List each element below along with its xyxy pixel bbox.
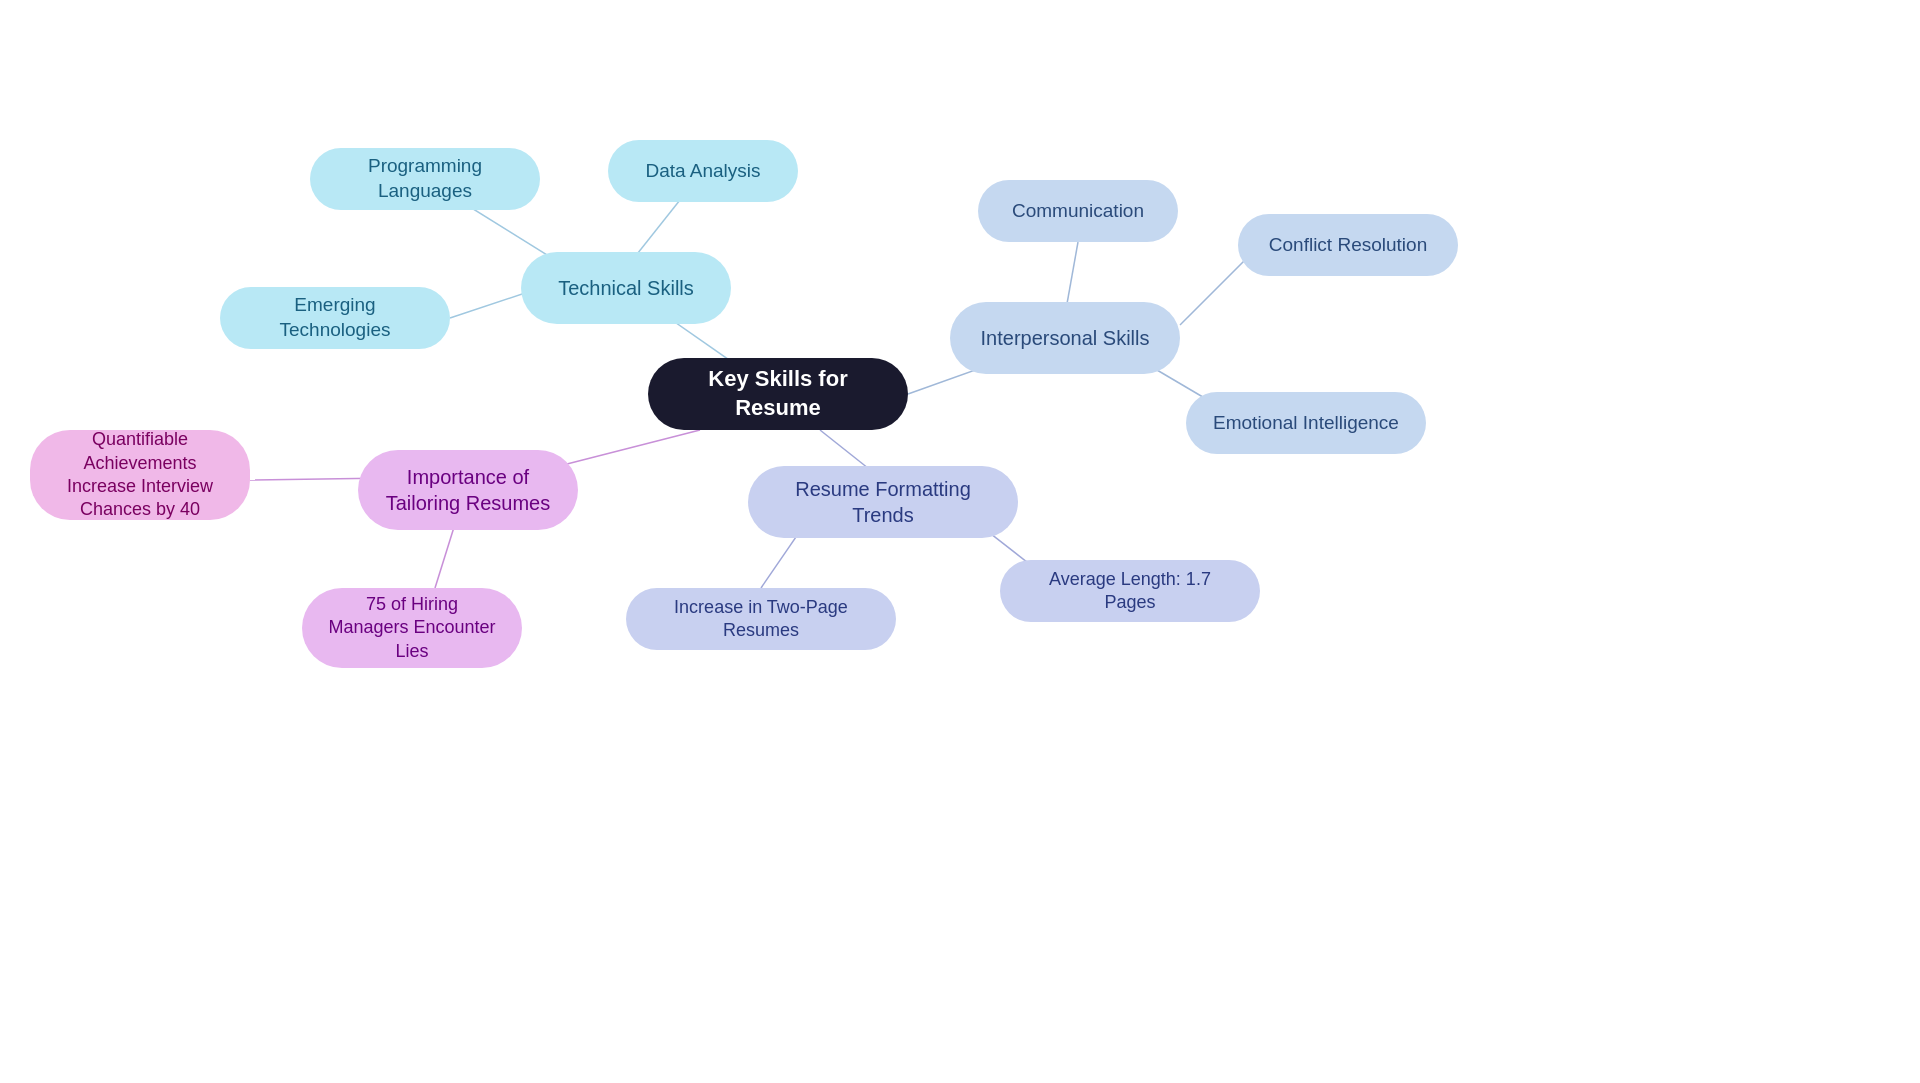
node-conflict-resolution[interactable]: Conflict Resolution xyxy=(1238,214,1458,276)
node-interpersonal-skills[interactable]: Interpersonal Skills xyxy=(950,302,1180,374)
node-resume-formatting[interactable]: Resume Formatting Trends xyxy=(748,466,1018,538)
node-average-length[interactable]: Average Length: 1.7 Pages xyxy=(1000,560,1260,622)
node-emotional-intelligence[interactable]: Emotional Intelligence xyxy=(1186,392,1426,454)
node-hiring-managers[interactable]: 75 of Hiring Managers Encounter Lies xyxy=(302,588,522,668)
node-two-page-resumes[interactable]: Increase in Two-Page Resumes xyxy=(626,588,896,650)
node-data-analysis[interactable]: Data Analysis xyxy=(608,140,798,202)
node-programming-languages[interactable]: Programming Languages xyxy=(310,148,540,210)
node-technical-skills[interactable]: Technical Skills xyxy=(521,252,731,324)
center-node[interactable]: Key Skills for Resume xyxy=(648,358,908,430)
node-importance-tailoring[interactable]: Importance of Tailoring Resumes xyxy=(358,450,578,530)
node-quantifiable-achievements[interactable]: Quantifiable Achievements Increase Inter… xyxy=(30,430,250,520)
node-communication[interactable]: Communication xyxy=(978,180,1178,242)
node-emerging-technologies[interactable]: Emerging Technologies xyxy=(220,287,450,349)
